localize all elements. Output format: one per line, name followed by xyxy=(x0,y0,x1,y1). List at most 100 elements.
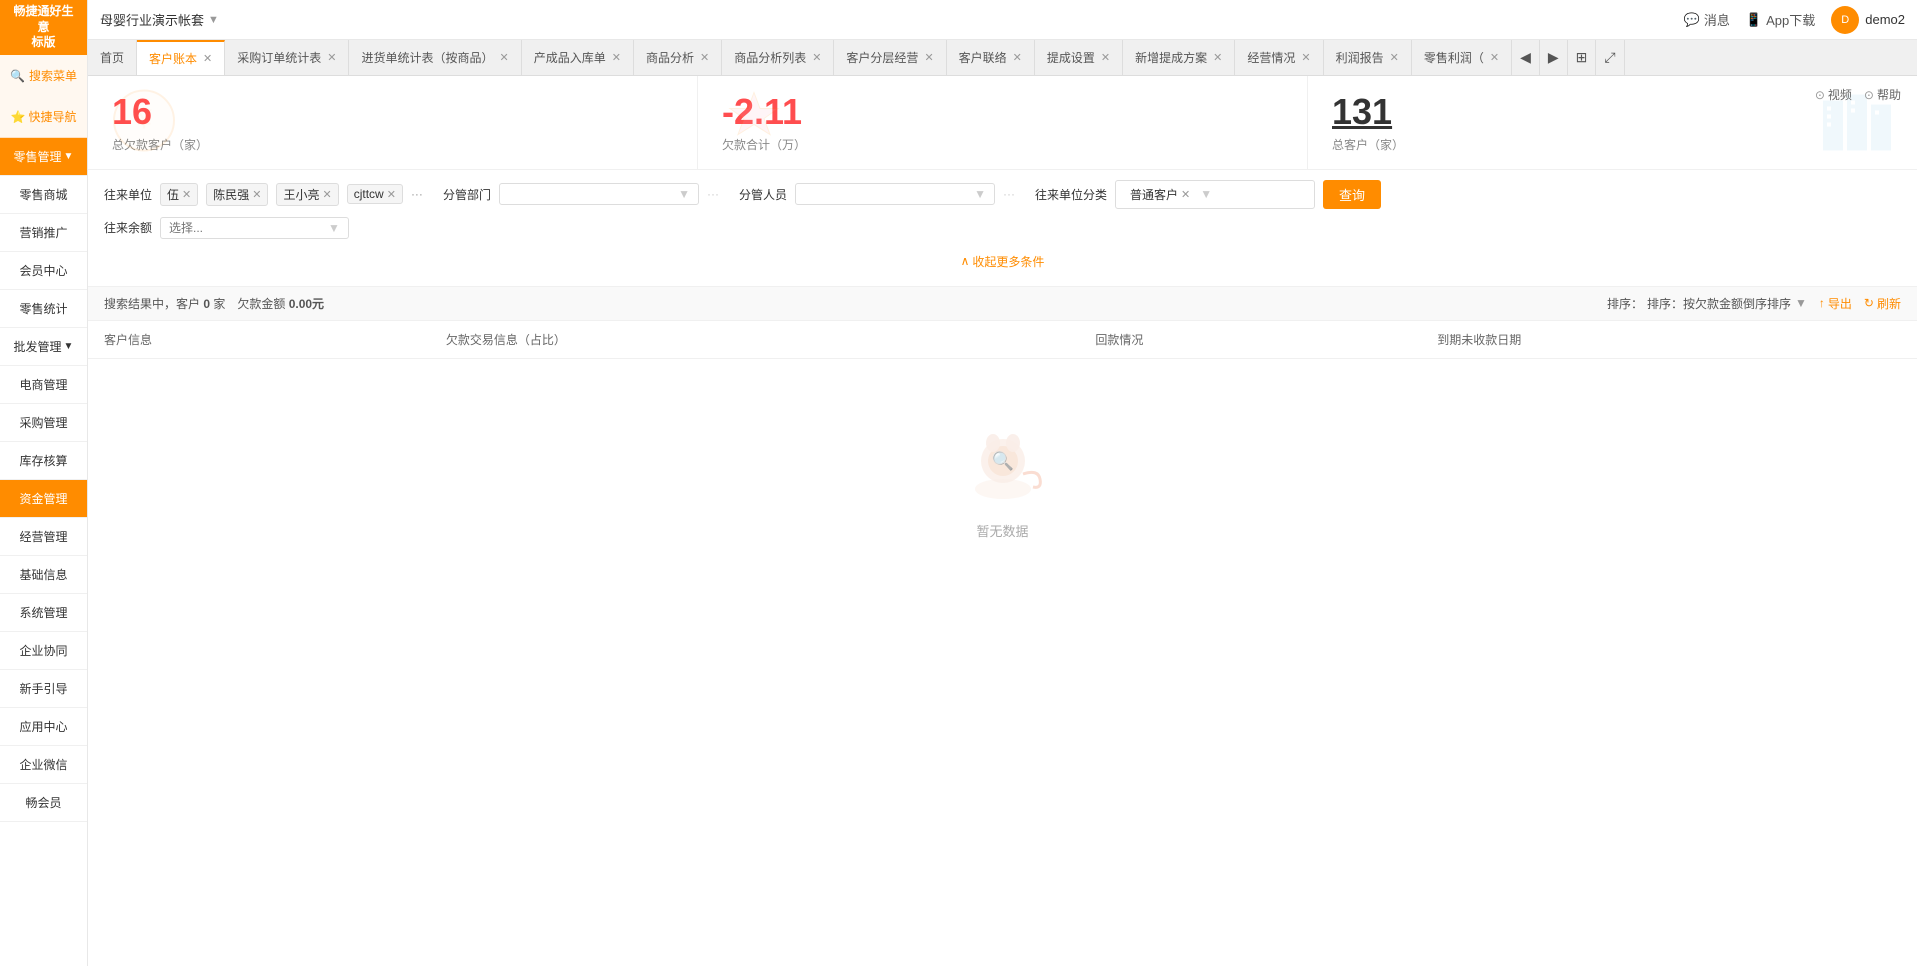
filter-tag-normal-customer-close[interactable]: ✕ xyxy=(1181,188,1190,201)
stat2-content: -2.11 欠款合计（万） xyxy=(722,92,1283,153)
yuan-icon: ¥ xyxy=(112,89,176,153)
tab-close-product-analysis-list[interactable]: ✕ xyxy=(812,51,821,64)
person-select[interactable]: ▼ xyxy=(795,183,995,205)
tab-close-customer-accounts[interactable]: ✕ xyxy=(203,52,212,65)
tab-close-inbound-stats[interactable]: ✕ xyxy=(500,51,509,64)
person-more-button[interactable]: ··· xyxy=(1003,187,1015,201)
tab-customer-contact[interactable]: 客户联络 ✕ xyxy=(947,40,1035,76)
tab-close-product-analysis[interactable]: ✕ xyxy=(700,51,709,64)
query-button[interactable]: 查询 xyxy=(1323,180,1381,209)
sidebar-item-beginner-guide[interactable]: 新手引导 xyxy=(0,670,87,708)
app-download-button[interactable]: 📱 App下载 xyxy=(1746,10,1815,29)
dept-more-button[interactable]: ··· xyxy=(707,187,719,201)
refresh-button[interactable]: ↻ 刷新 xyxy=(1864,295,1901,312)
tab-close-profit-report[interactable]: ✕ xyxy=(1390,51,1399,64)
sidebar-item-capital-mgmt[interactable]: 资金管理 xyxy=(0,480,87,518)
tab-home[interactable]: 首页 xyxy=(88,40,137,76)
tab-inbound-stats[interactable]: 进货单统计表（按商品） ✕ xyxy=(349,40,521,76)
empty-illustration: 🔍 xyxy=(958,419,1048,509)
col-customer-info: 客户信息 xyxy=(88,321,430,359)
person-input[interactable] xyxy=(804,187,970,201)
tab-close-customer-segment[interactable]: ✕ xyxy=(924,51,933,64)
export-button[interactable]: ↑ 导出 xyxy=(1819,295,1852,312)
filter-more-tags[interactable]: ··· xyxy=(411,187,423,201)
tab-commission-settings[interactable]: 提成设置 ✕ xyxy=(1035,40,1123,76)
total-customers-label: 总客户（家） xyxy=(1332,136,1893,153)
no-data-icon: 🔍 xyxy=(958,419,1048,509)
filter-tag-wang: 王小亮 ✕ xyxy=(276,183,338,206)
tab-next-button[interactable]: ▶ xyxy=(1540,40,1568,76)
mobile-icon: 📱 xyxy=(1746,12,1762,28)
table-header: 客户信息 欠款交易信息（占比） 回款情况 到期未收款日期 xyxy=(88,321,1917,359)
help-button[interactable]: ⊙ 帮助 xyxy=(1864,86,1901,103)
sidebar-item-sys-mgmt[interactable]: 系统管理 xyxy=(0,594,87,632)
remaining-input[interactable] xyxy=(169,221,324,235)
filter-tag-wang-close[interactable]: ✕ xyxy=(323,188,332,201)
quick-nav-button[interactable]: ⭐ 零售商城 快捷导航 xyxy=(6,104,81,129)
overdue-amount-label: 欠款合计（万） xyxy=(722,136,1283,153)
tab-close-purchase-order-stats[interactable]: ✕ xyxy=(327,51,336,64)
sidebar-item-inventory[interactable]: 库存核算 xyxy=(0,442,87,480)
data-table: 客户信息 欠款交易信息（占比） 回款情况 到期未收款日期 xyxy=(88,321,1917,600)
sidebar-item-free-member[interactable]: 畅会员 xyxy=(0,784,87,822)
tab-close-product-inbound[interactable]: ✕ xyxy=(612,51,621,64)
tab-customer-segment[interactable]: 客户分层经营 ✕ xyxy=(834,40,946,76)
search-menu-button[interactable]: 🔍 搜索菜单 xyxy=(6,63,81,88)
tab-purchase-order-stats[interactable]: 采购订单统计表 ✕ xyxy=(225,40,349,76)
collapse-button[interactable]: ∧ 收起更多条件 xyxy=(961,253,1045,270)
sidebar-item-basic-info[interactable]: 基础信息 xyxy=(0,556,87,594)
tab-profit-report[interactable]: 利润报告 ✕ xyxy=(1324,40,1412,76)
sidebar-item-ecommerce[interactable]: 电商管理 xyxy=(0,366,87,404)
sidebar-item-ops-mgmt[interactable]: 经营管理 xyxy=(0,518,87,556)
quick-nav-area[interactable]: ⭐ 零售商城 快捷导航 xyxy=(0,96,87,138)
dept-select[interactable]: ▼ xyxy=(499,183,699,205)
tab-close-commission-settings[interactable]: ✕ xyxy=(1101,51,1110,64)
filter-tag-normal-customer: 普通客户 ✕ xyxy=(1124,184,1196,205)
sidebar-item-wholesale-mgmt[interactable]: 批发管理 ▼ xyxy=(0,328,87,366)
account-selector[interactable]: 母婴行业演示帐套 ▼ xyxy=(100,10,219,29)
svg-text:🔍: 🔍 xyxy=(991,449,1013,471)
filter-tag-wu-close[interactable]: ✕ xyxy=(182,188,191,201)
sidebar-item-retail-mgmt[interactable]: 零售管理 ▼ xyxy=(0,138,87,176)
sidebar-search-area[interactable]: 🔍 搜索菜单 xyxy=(0,55,87,96)
search-icon: 🔍 xyxy=(10,69,25,83)
tab-close-retail-profit[interactable]: ✕ xyxy=(1490,51,1499,64)
stat3-content: 131 总客户（家） xyxy=(1332,92,1893,153)
star-badge-icon xyxy=(722,89,786,153)
tab-prev-button[interactable]: ◀ xyxy=(1512,40,1540,76)
tab-ops-status[interactable]: 经营情况 ✕ xyxy=(1235,40,1323,76)
tab-fullscreen-button[interactable]: ⤢ xyxy=(1596,40,1624,76)
sort-selector[interactable]: 排序： 排序：按欠款金额倒序排序 ▼ xyxy=(1607,295,1807,312)
col-overdue-date: 到期未收款日期 xyxy=(1421,321,1917,359)
message-button[interactable]: 💬 消息 xyxy=(1684,10,1730,29)
dept-input[interactable] xyxy=(508,187,674,201)
sidebar-item-retail-stats[interactable]: 零售统计 xyxy=(0,290,87,328)
sidebar-item-purchase-mgmt[interactable]: 采购管理 xyxy=(0,404,87,442)
chevron-down-icon: ▼ xyxy=(678,187,690,201)
tab-new-commission[interactable]: 新增提成方案 ✕ xyxy=(1123,40,1235,76)
tab-product-inbound[interactable]: 产成品入库单 ✕ xyxy=(522,40,634,76)
sidebar-item-member-center[interactable]: 会员中心 xyxy=(0,252,87,290)
tab-close-new-commission[interactable]: ✕ xyxy=(1213,51,1222,64)
unit-category-select[interactable]: 普通客户 ✕ ▼ xyxy=(1115,180,1315,209)
tab-product-analysis-list[interactable]: 商品分析列表 ✕ xyxy=(722,40,834,76)
user-menu[interactable]: D demo2 xyxy=(1831,6,1905,34)
sidebar-item-marketing[interactable]: 营销推广 xyxy=(0,214,87,252)
tab-close-customer-contact[interactable]: ✕ xyxy=(1013,51,1022,64)
chevron-down-icon: ▼ xyxy=(1200,187,1212,201)
filter-tag-cjttcw-close[interactable]: ✕ xyxy=(387,188,396,201)
sidebar-item-enterprise-coop[interactable]: 企业协同 xyxy=(0,632,87,670)
tab-expand-button[interactable]: ⊞ xyxy=(1568,40,1597,76)
tab-retail-profit[interactable]: 零售利润（ ✕ xyxy=(1412,40,1512,76)
tab-product-analysis[interactable]: 商品分析 ✕ xyxy=(634,40,722,76)
remaining-select[interactable]: ▼ xyxy=(160,217,349,239)
video-help-button[interactable]: ⊙ 视频 xyxy=(1815,86,1852,103)
chevron-down-icon: ▼ xyxy=(328,221,340,235)
filter-tag-chen-close[interactable]: ✕ xyxy=(252,188,261,201)
tab-customer-accounts[interactable]: 客户账本 ✕ xyxy=(137,40,225,76)
filter-tag-wu: 伍 ✕ xyxy=(160,183,198,206)
tab-close-ops-status[interactable]: ✕ xyxy=(1301,51,1310,64)
sidebar-item-app-center[interactable]: 应用中心 xyxy=(0,708,87,746)
sidebar-item-retail-mall[interactable]: 零售商城 xyxy=(0,176,87,214)
sidebar-item-enterprise-wechat[interactable]: 企业微信 xyxy=(0,746,87,784)
